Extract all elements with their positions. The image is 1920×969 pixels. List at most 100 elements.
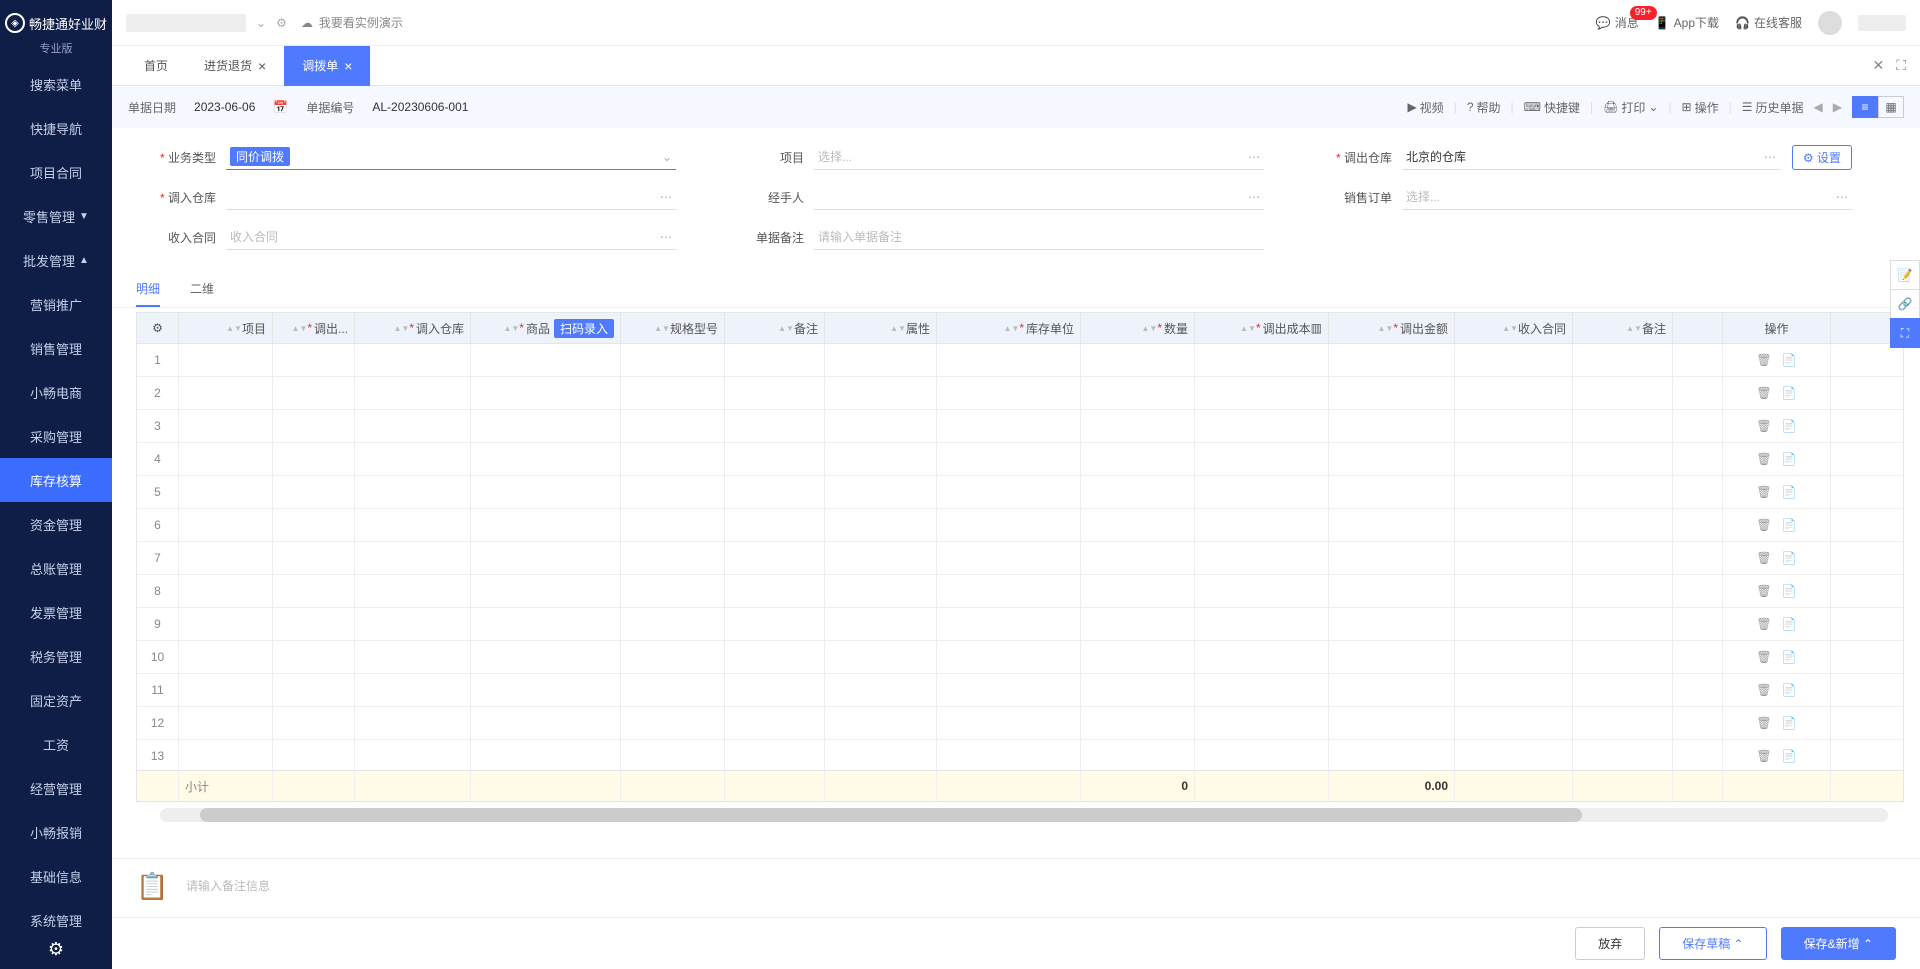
tab-进货退货[interactable]: 进货退货 × (186, 46, 284, 86)
video-action[interactable]: ▶视频 (1407, 99, 1443, 116)
biztype-select[interactable]: 同价调拨⌄ (226, 144, 676, 170)
gadget-expand[interactable]: ⛶ (1890, 318, 1920, 348)
project-select[interactable]: 选择...⋯ (814, 144, 1264, 170)
incont-select[interactable]: 收入合同⋯ (226, 224, 676, 250)
shortcut-action[interactable]: ⌨快捷键 (1524, 99, 1580, 116)
account-selector[interactable]: ⌄⚙ (126, 14, 287, 32)
col-remark2[interactable]: ▲▼备注 (1573, 313, 1673, 343)
remark-input[interactable]: 请输入备注信息 (186, 871, 1896, 894)
copy-icon[interactable]: 📄 (1782, 419, 1797, 433)
tab-dimension[interactable]: 二维 (190, 272, 214, 307)
copy-icon[interactable]: 📄 (1782, 452, 1797, 466)
table-row[interactable]: 7🗑📄 (137, 542, 1903, 575)
tab-首页[interactable]: 首页 (126, 46, 186, 86)
app-download[interactable]: 📱App下载 (1655, 14, 1719, 31)
delete-icon[interactable]: 🗑 (1756, 419, 1771, 433)
nav-税务管理[interactable]: 税务管理 (0, 634, 112, 678)
help-action[interactable]: ?帮助 (1467, 99, 1501, 116)
table-row[interactable]: 10🗑📄 (137, 641, 1903, 674)
nav-零售管理[interactable]: 零售管理▼ (0, 194, 112, 238)
gadget-note[interactable]: 📝 (1890, 260, 1920, 290)
copy-icon[interactable]: 📄 (1782, 485, 1797, 499)
nav-小畅电商[interactable]: 小畅电商 (0, 370, 112, 414)
view-card[interactable]: ▦ (1878, 96, 1904, 118)
history-action[interactable]: ☰历史单据 (1742, 99, 1804, 116)
tab-调拨单[interactable]: 调拨单 × (284, 46, 370, 86)
copy-icon[interactable]: 📄 (1782, 353, 1797, 367)
close-icon[interactable]: × (258, 58, 266, 74)
scan-button[interactable]: 扫码录入 (554, 319, 614, 338)
inwh-select[interactable]: ⋯ (226, 184, 676, 210)
table-row[interactable]: 3🗑📄 (137, 410, 1903, 443)
delete-icon[interactable]: 🗑 (1756, 452, 1771, 466)
tab-detail[interactable]: 明细 (136, 272, 160, 307)
nav-系统管理[interactable]: 系统管理 (0, 898, 112, 929)
col-gear[interactable]: ⚙ (137, 313, 179, 343)
next-arrow[interactable]: ▶ (1833, 100, 1842, 114)
table-row[interactable]: 5🗑📄 (137, 476, 1903, 509)
nav-固定资产[interactable]: 固定资产 (0, 678, 112, 722)
copy-icon[interactable]: 📄 (1782, 650, 1797, 664)
nav-基础信息[interactable]: 基础信息 (0, 854, 112, 898)
copy-icon[interactable]: 📄 (1782, 683, 1797, 697)
col-amount[interactable]: ▲▼*调出金额 (1329, 313, 1455, 343)
delete-icon[interactable]: 🗑 (1756, 518, 1771, 532)
copy-icon[interactable]: 📄 (1782, 386, 1797, 400)
customer-service[interactable]: 🎧在线客服 (1735, 14, 1802, 31)
delete-icon[interactable]: 🗑 (1756, 353, 1771, 367)
outwh-select[interactable]: 北京的仓库⋯ (1402, 144, 1780, 170)
copy-icon[interactable]: 📄 (1782, 716, 1797, 730)
copy-icon[interactable]: 📄 (1782, 518, 1797, 532)
nav-工资[interactable]: 工资 (0, 722, 112, 766)
nav-快捷导航[interactable]: 快捷导航 (0, 106, 112, 150)
ops-action[interactable]: ⊞操作 (1682, 99, 1719, 116)
col-outwh[interactable]: ▲▼*调出... (273, 313, 355, 343)
delete-icon[interactable]: 🗑 (1756, 650, 1771, 664)
delete-icon[interactable]: 🗑 (1756, 485, 1771, 499)
nav-发票管理[interactable]: 发票管理 (0, 590, 112, 634)
avatar[interactable] (1818, 11, 1842, 35)
gadget-link[interactable]: 🔗 (1890, 289, 1920, 319)
col-remark[interactable]: ▲▼备注 (725, 313, 825, 343)
copy-icon[interactable]: 📄 (1782, 617, 1797, 631)
col-attr[interactable]: ▲▼属性 (825, 313, 937, 343)
settings-button[interactable]: ⚙ 设置 (1792, 145, 1852, 170)
draft-button[interactable]: 保存草稿 ⌃ (1659, 927, 1766, 960)
col-spec[interactable]: ▲▼规格型号 (621, 313, 725, 343)
table-row[interactable]: 6🗑📄 (137, 509, 1903, 542)
so-select[interactable]: 选择...⋯ (1402, 184, 1852, 210)
prev-arrow[interactable]: ◀ (1814, 100, 1823, 114)
nav-经营管理[interactable]: 经营管理 (0, 766, 112, 810)
username[interactable] (1858, 15, 1906, 31)
discard-button[interactable]: 放弃 (1575, 927, 1645, 960)
nav-项目合同[interactable]: 项目合同 (0, 150, 112, 194)
table-row[interactable]: 8🗑📄 (137, 575, 1903, 608)
nav-销售管理[interactable]: 销售管理 (0, 326, 112, 370)
demo-link[interactable]: ☁ 我要看实例演示 (301, 14, 403, 31)
delete-icon[interactable]: 🗑 (1756, 749, 1771, 763)
date-value[interactable]: 2023-06-06 (194, 100, 255, 114)
save-button[interactable]: 保存&新增 ⌃ (1781, 927, 1896, 960)
tab-close-icon[interactable]: ✕ (1872, 57, 1884, 74)
nav-批发管理[interactable]: 批发管理▲ (0, 238, 112, 282)
col-project[interactable]: ▲▼项目 (179, 313, 273, 343)
table-row[interactable]: 9🗑📄 (137, 608, 1903, 641)
nav-营销推广[interactable]: 营销推广 (0, 282, 112, 326)
table-row[interactable]: 13🗑📄 (137, 740, 1903, 770)
table-row[interactable]: 4🗑📄 (137, 443, 1903, 476)
col-qty[interactable]: ▲▼*数量 (1081, 313, 1195, 343)
nav-小畅报销[interactable]: 小畅报销 (0, 810, 112, 854)
delete-icon[interactable]: 🗑 (1756, 551, 1771, 565)
copy-icon[interactable]: 📄 (1782, 749, 1797, 763)
calendar-icon[interactable]: 📅 (273, 100, 288, 114)
nav-总账管理[interactable]: 总账管理 (0, 546, 112, 590)
nav-资金管理[interactable]: 资金管理 (0, 502, 112, 546)
col-incont[interactable]: ▲▼收入合同 (1455, 313, 1573, 343)
docrem-input[interactable]: 请输入单据备注 (814, 224, 1264, 250)
settings-gear[interactable]: ⚙ (0, 929, 112, 969)
close-icon[interactable]: × (344, 58, 352, 74)
nav-库存核算[interactable]: 库存核算 (0, 458, 112, 502)
messages[interactable]: 💬消息 99+ (1596, 14, 1639, 31)
table-row[interactable]: 11🗑📄 (137, 674, 1903, 707)
nav-采购管理[interactable]: 采购管理 (0, 414, 112, 458)
